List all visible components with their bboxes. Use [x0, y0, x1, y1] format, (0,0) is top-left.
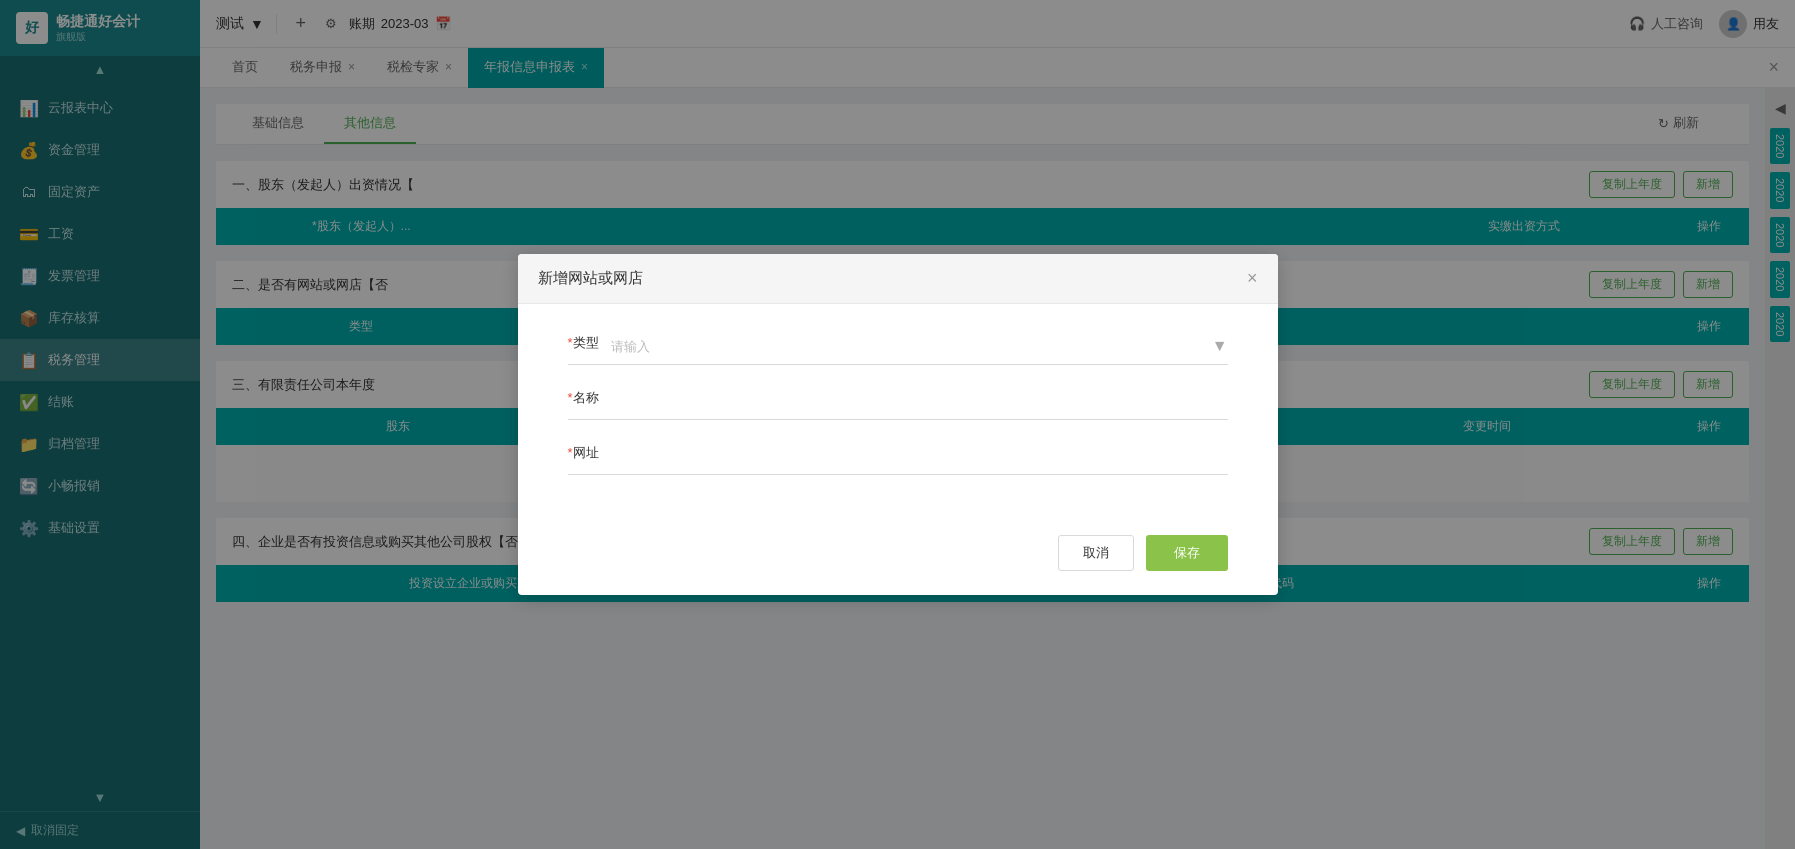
url-input[interactable] — [611, 449, 1228, 464]
dialog-footer: 取消 保存 — [518, 519, 1278, 595]
type-dropdown-icon[interactable]: ▼ — [1212, 337, 1228, 355]
url-input-wrapper: *网址 — [568, 444, 1228, 475]
form-row-url: *网址 — [568, 444, 1228, 475]
type-input-wrapper: *类型 ▼ — [568, 334, 1228, 365]
add-website-dialog: 新增网站或网店 × *类型 ▼ *名称 — [518, 254, 1278, 595]
type-input[interactable] — [611, 339, 1212, 354]
dialog-header: 新增网站或网店 × — [518, 254, 1278, 304]
save-button[interactable]: 保存 — [1146, 535, 1228, 571]
url-label: *网址 — [568, 444, 599, 462]
cancel-button[interactable]: 取消 — [1058, 535, 1134, 571]
name-input[interactable] — [611, 394, 1228, 409]
name-input-wrapper: *名称 — [568, 389, 1228, 420]
required-mark-url: * — [568, 445, 573, 460]
dialog-close-button[interactable]: × — [1247, 268, 1258, 289]
form-row-type: *类型 ▼ — [568, 334, 1228, 365]
dialog-body: *类型 ▼ *名称 — [518, 304, 1278, 519]
dialog-overlay[interactable]: 新增网站或网店 × *类型 ▼ *名称 — [0, 0, 1795, 849]
name-label: *名称 — [568, 389, 599, 407]
form-row-name: *名称 — [568, 389, 1228, 420]
required-mark-type: * — [568, 335, 573, 350]
type-label: *类型 — [568, 334, 599, 352]
required-mark-name: * — [568, 390, 573, 405]
dialog-title: 新增网站或网店 — [538, 269, 643, 288]
